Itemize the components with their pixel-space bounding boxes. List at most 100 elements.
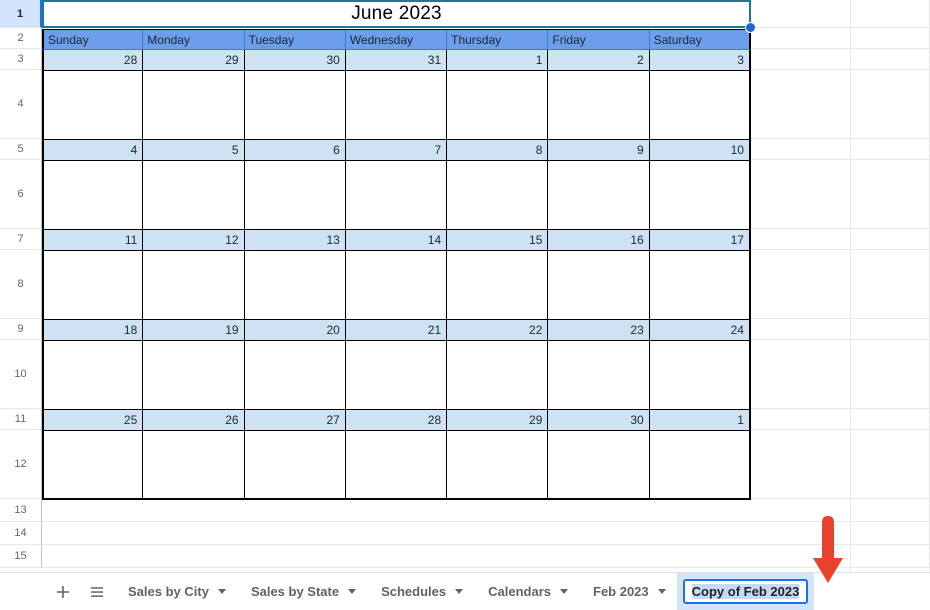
calendar-date-cell[interactable]: 6 — [244, 140, 346, 161]
calendar-event-cell[interactable] — [244, 431, 346, 500]
calendar-event-cell[interactable] — [143, 161, 245, 230]
calendar-event-cell[interactable] — [548, 431, 650, 500]
sheet-tab-copy-of-feb-2023[interactable]: Copy of Feb 2023 — [676, 572, 815, 610]
row-header-15[interactable]: 15 — [0, 545, 42, 568]
calendar-date-cell[interactable]: 12 — [143, 230, 245, 251]
fill-handle[interactable] — [745, 22, 756, 33]
chevron-down-icon[interactable] — [455, 589, 464, 594]
day-header-monday[interactable]: Monday — [143, 30, 245, 50]
calendar-event-row[interactable] — [42, 71, 751, 140]
day-header-sunday[interactable]: Sunday — [42, 30, 144, 50]
calendar-date-cell[interactable]: 28 — [42, 50, 144, 71]
calendar-event-cell[interactable] — [42, 71, 144, 140]
calendar-event-cell[interactable] — [345, 431, 448, 500]
calendar-date-cell[interactable]: 21 — [345, 320, 448, 341]
grid-area[interactable]: 1 2 3 4 5 6 7 8 9 10 11 12 13 14 15 June 2023 Sunday Mo… — [0, 0, 930, 572]
day-header-wednesday[interactable]: Wednesday — [345, 30, 448, 50]
calendar-date-cell[interactable]: 15 — [447, 230, 549, 251]
sheet-tab-sales-by-state[interactable]: Sales by State — [237, 573, 367, 610]
calendar-event-cell[interactable] — [143, 341, 245, 410]
calendar-event-cell[interactable] — [447, 161, 549, 230]
calendar-date-cell[interactable]: 16 — [548, 230, 650, 251]
calendar-date-cell[interactable]: 1 — [447, 50, 549, 71]
row-header-5[interactable]: 5 — [0, 139, 42, 160]
day-header-friday[interactable]: Friday — [548, 30, 650, 50]
day-header-thursday[interactable]: Thursday — [447, 30, 549, 50]
calendar-date-cell[interactable]: 5 — [143, 140, 245, 161]
calendar-event-cell[interactable] — [244, 161, 346, 230]
row-header-10[interactable]: 10 — [0, 340, 42, 409]
row-header-8[interactable]: 8 — [0, 250, 42, 319]
row-header-11[interactable]: 11 — [0, 409, 42, 430]
calendar-date-cell[interactable]: 30 — [548, 410, 650, 431]
calendar-date-row[interactable]: 4 5 6 7 8 9 10 — [42, 140, 751, 161]
sheet-tab-sales-by-city[interactable]: Sales by City — [114, 573, 237, 610]
sheet-tab-calendars[interactable]: Calendars — [474, 573, 579, 610]
calendar-event-cell[interactable] — [447, 341, 549, 410]
calendar-event-cell[interactable] — [345, 251, 448, 320]
row-header-9[interactable]: 9 — [0, 319, 42, 340]
calendar-event-cell[interactable] — [548, 71, 650, 140]
calendar-event-row[interactable] — [42, 251, 751, 320]
calendar-date-cell[interactable]: 7 — [345, 140, 448, 161]
calendar-date-cell[interactable]: 14 — [345, 230, 448, 251]
chevron-down-icon[interactable] — [657, 589, 666, 594]
calendar-date-cell[interactable]: 28 — [345, 410, 448, 431]
calendar-date-cell[interactable]: 18 — [42, 320, 144, 341]
calendar-date-cell[interactable]: 17 — [649, 230, 751, 251]
sheet-tab-bar[interactable]: Sales by City Sales by State Schedules Cale… — [0, 572, 930, 610]
calendar-event-cell[interactable] — [649, 251, 751, 320]
calendar-date-cell[interactable]: 10 — [649, 140, 751, 161]
row-header-12[interactable]: 12 — [0, 430, 42, 499]
row-header-6[interactable]: 6 — [0, 160, 42, 229]
calendar-event-cell[interactable] — [244, 251, 346, 320]
calendar-event-cell[interactable] — [447, 251, 549, 320]
calendar-date-cell[interactable]: 30 — [244, 50, 346, 71]
calendar-date-cell[interactable]: 25 — [42, 410, 144, 431]
calendar-event-cell[interactable] — [143, 431, 245, 500]
row-header-4[interactable]: 4 — [0, 70, 42, 139]
calendar-event-cell[interactable] — [345, 71, 448, 140]
calendar-date-cell[interactable]: 26 — [143, 410, 245, 431]
calendar-date-cell[interactable]: 11 — [42, 230, 144, 251]
chevron-down-icon[interactable] — [348, 589, 357, 594]
calendar-event-cell[interactable] — [649, 431, 751, 500]
calendar-date-cell[interactable]: 13 — [244, 230, 346, 251]
sheet-rename-input[interactable]: Copy of Feb 2023 — [682, 579, 809, 604]
calendar-date-row[interactable]: 25 26 27 28 29 30 1 — [42, 410, 751, 431]
sheet-tab-list[interactable]: Sales by City Sales by State Schedules Cale… — [114, 572, 815, 610]
calendar-event-cell[interactable] — [548, 161, 650, 230]
calendar-date-cell[interactable]: 27 — [244, 410, 346, 431]
calendar-title-cell[interactable]: June 2023 — [42, 0, 751, 28]
calendar-event-row[interactable] — [42, 161, 751, 230]
chevron-down-icon[interactable] — [217, 589, 226, 594]
calendar-date-cell[interactable]: 31 — [345, 50, 448, 71]
calendar-date-cell[interactable]: 19 — [143, 320, 245, 341]
row-header-13[interactable]: 13 — [0, 499, 42, 522]
calendar-event-cell[interactable] — [42, 161, 144, 230]
calendar-event-cell[interactable] — [649, 71, 751, 140]
calendar-date-cell[interactable]: 2 — [548, 50, 650, 71]
calendar-date-cell[interactable]: 29 — [143, 50, 245, 71]
sheet-tab-feb-2023[interactable]: Feb 2023 — [579, 573, 677, 610]
row-header-7[interactable]: 7 — [0, 229, 42, 250]
row-header-2[interactable]: 2 — [0, 28, 42, 49]
calendar-date-cell[interactable]: 20 — [244, 320, 346, 341]
calendar-date-row[interactable]: 28 29 30 31 1 2 3 — [42, 50, 751, 71]
plus-icon[interactable] — [46, 575, 80, 609]
calendar-event-cell[interactable] — [143, 251, 245, 320]
calendar-date-cell[interactable]: 29 — [447, 410, 549, 431]
calendar-event-cell[interactable] — [143, 71, 245, 140]
calendar-date-cell[interactable]: 4 — [42, 140, 144, 161]
hamburger-icon[interactable] — [80, 575, 114, 609]
calendar-date-cell[interactable]: 9 — [548, 140, 650, 161]
calendar-date-cell[interactable]: 8 — [447, 140, 549, 161]
calendar-event-cell[interactable] — [244, 341, 346, 410]
calendar-event-cell[interactable] — [345, 161, 448, 230]
calendar-event-cell[interactable] — [42, 431, 144, 500]
row-header-14[interactable]: 14 — [0, 522, 42, 545]
calendar-event-cell[interactable] — [42, 251, 144, 320]
calendar-event-cell[interactable] — [42, 341, 144, 410]
calendar-event-cell[interactable] — [447, 71, 549, 140]
chevron-down-icon[interactable] — [560, 589, 568, 594]
